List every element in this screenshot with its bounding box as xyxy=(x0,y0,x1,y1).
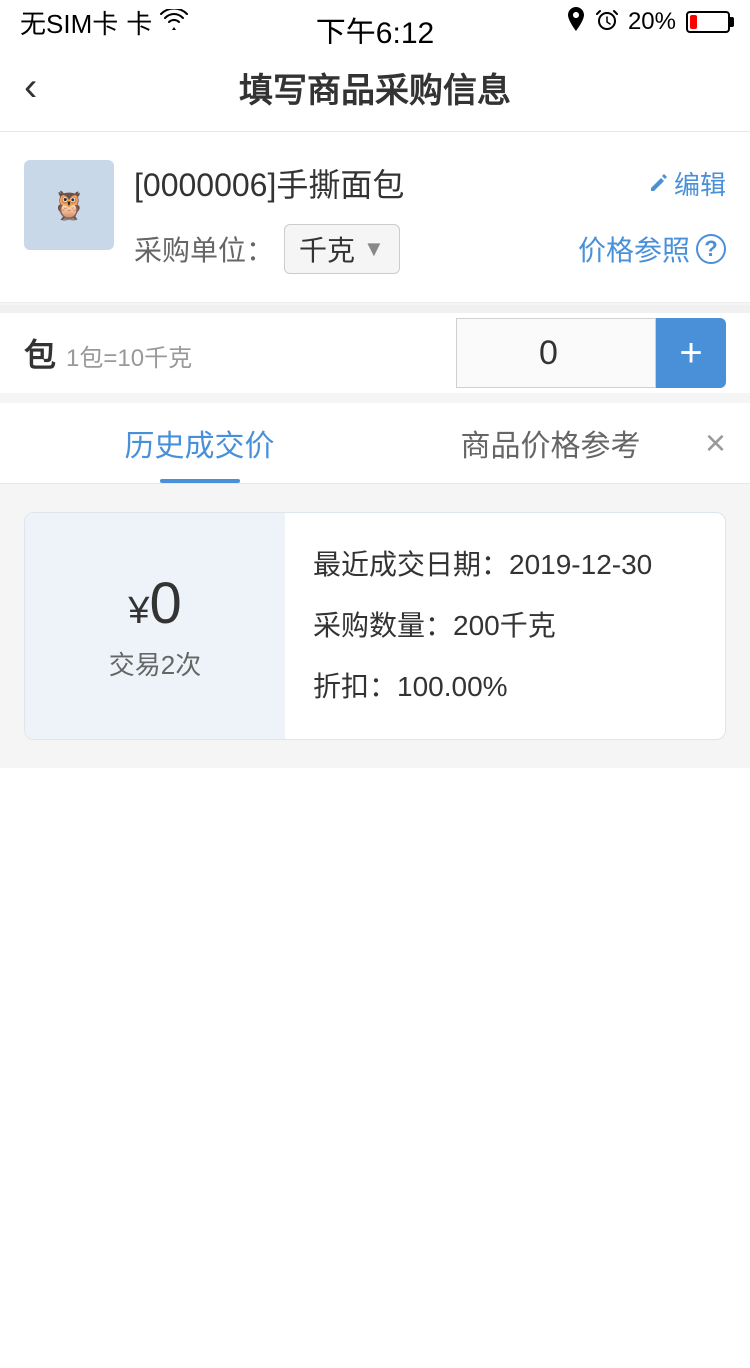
location-icon xyxy=(566,7,586,38)
tab-history-label: 历史成交价 xyxy=(125,421,275,465)
tab-product-price-ref[interactable]: 商品价格参考 xyxy=(375,403,726,483)
tab-price-ref-label: 商品价格参考 xyxy=(461,421,641,465)
product-name: [0000006]手撕面包 xyxy=(134,160,404,206)
price-amount: ¥0 xyxy=(128,570,181,637)
price-card-left: ¥0 交易2次 xyxy=(25,513,285,739)
back-button[interactable]: ‹ xyxy=(24,65,37,110)
quantity-unit: 包 xyxy=(24,330,56,376)
tab-active-indicator xyxy=(160,479,240,483)
wifi-icon xyxy=(160,7,188,38)
tab-history-price[interactable]: 历史成交价 xyxy=(24,403,375,483)
quantity-input[interactable] xyxy=(456,318,656,388)
battery-icon xyxy=(686,11,730,33)
unit-row: 采购单位： 千克 ▼ 价格参照 ? xyxy=(134,224,726,274)
price-reference-button[interactable]: 价格参照 ? xyxy=(578,229,726,269)
status-left: 无SIM卡 卡 xyxy=(20,4,188,41)
tabs-header: 历史成交价 商品价格参考 × xyxy=(0,403,750,483)
nav-bar: ‹ 填写商品采购信息 xyxy=(0,44,750,132)
tabs-section: 历史成交价 商品价格参考 × xyxy=(0,403,750,484)
purchase-qty-row: 采购数量：200千克 xyxy=(313,604,697,649)
carrier-text: 无SIM卡 xyxy=(20,4,118,41)
product-icon: 🦉 xyxy=(52,189,87,222)
dropdown-arrow-icon: ▼ xyxy=(363,236,385,262)
unit-selector[interactable]: 千克 ▼ xyxy=(284,224,400,274)
product-thumbnail: 🦉 xyxy=(24,160,114,250)
edit-button[interactable]: 编辑 xyxy=(648,165,726,202)
currency-symbol: ¥ xyxy=(128,590,149,632)
product-name-row: [0000006]手撕面包 编辑 xyxy=(134,160,726,206)
quantity-input-group: + xyxy=(456,318,726,388)
price-card: ¥0 交易2次 最近成交日期：2019-12-30 采购数量：200千克 折扣：… xyxy=(24,512,726,740)
quantity-plus-button[interactable]: + xyxy=(656,318,726,388)
help-icon: ? xyxy=(696,234,726,264)
battery-percent: 20% xyxy=(628,8,676,36)
quantity-conversion: 1包=10千克 xyxy=(66,338,192,373)
status-bar: 无SIM卡 卡 下午6:12 20% xyxy=(0,0,750,44)
quantity-section: 包 1包=10千克 + xyxy=(0,305,750,393)
product-card: 🦉 [0000006]手撕面包 编辑 采购单位： 千克 ▼ 价格参照 ? xyxy=(0,132,750,303)
unit-label: 采购单位： xyxy=(134,229,274,269)
page-title: 填写商品采购信息 xyxy=(239,63,511,112)
price-card-right: 最近成交日期：2019-12-30 采购数量：200千克 折扣：100.00% xyxy=(285,513,725,739)
alarm-icon xyxy=(596,8,618,37)
empty-content-area xyxy=(0,768,750,1368)
status-right: 20% xyxy=(566,7,730,38)
price-value: 0 xyxy=(149,571,181,636)
quantity-left: 包 1包=10千克 xyxy=(24,330,192,376)
recent-date-row: 最近成交日期：2019-12-30 xyxy=(313,543,697,588)
unit-value: 千克 xyxy=(299,229,355,269)
trade-count: 交易2次 xyxy=(109,645,201,682)
sim-card-icon: 卡 xyxy=(126,4,152,41)
product-info: [0000006]手撕面包 编辑 采购单位： 千克 ▼ 价格参照 ? xyxy=(134,160,726,274)
discount-row: 折扣：100.00% xyxy=(313,665,697,710)
tab-close-button[interactable]: × xyxy=(705,422,726,464)
